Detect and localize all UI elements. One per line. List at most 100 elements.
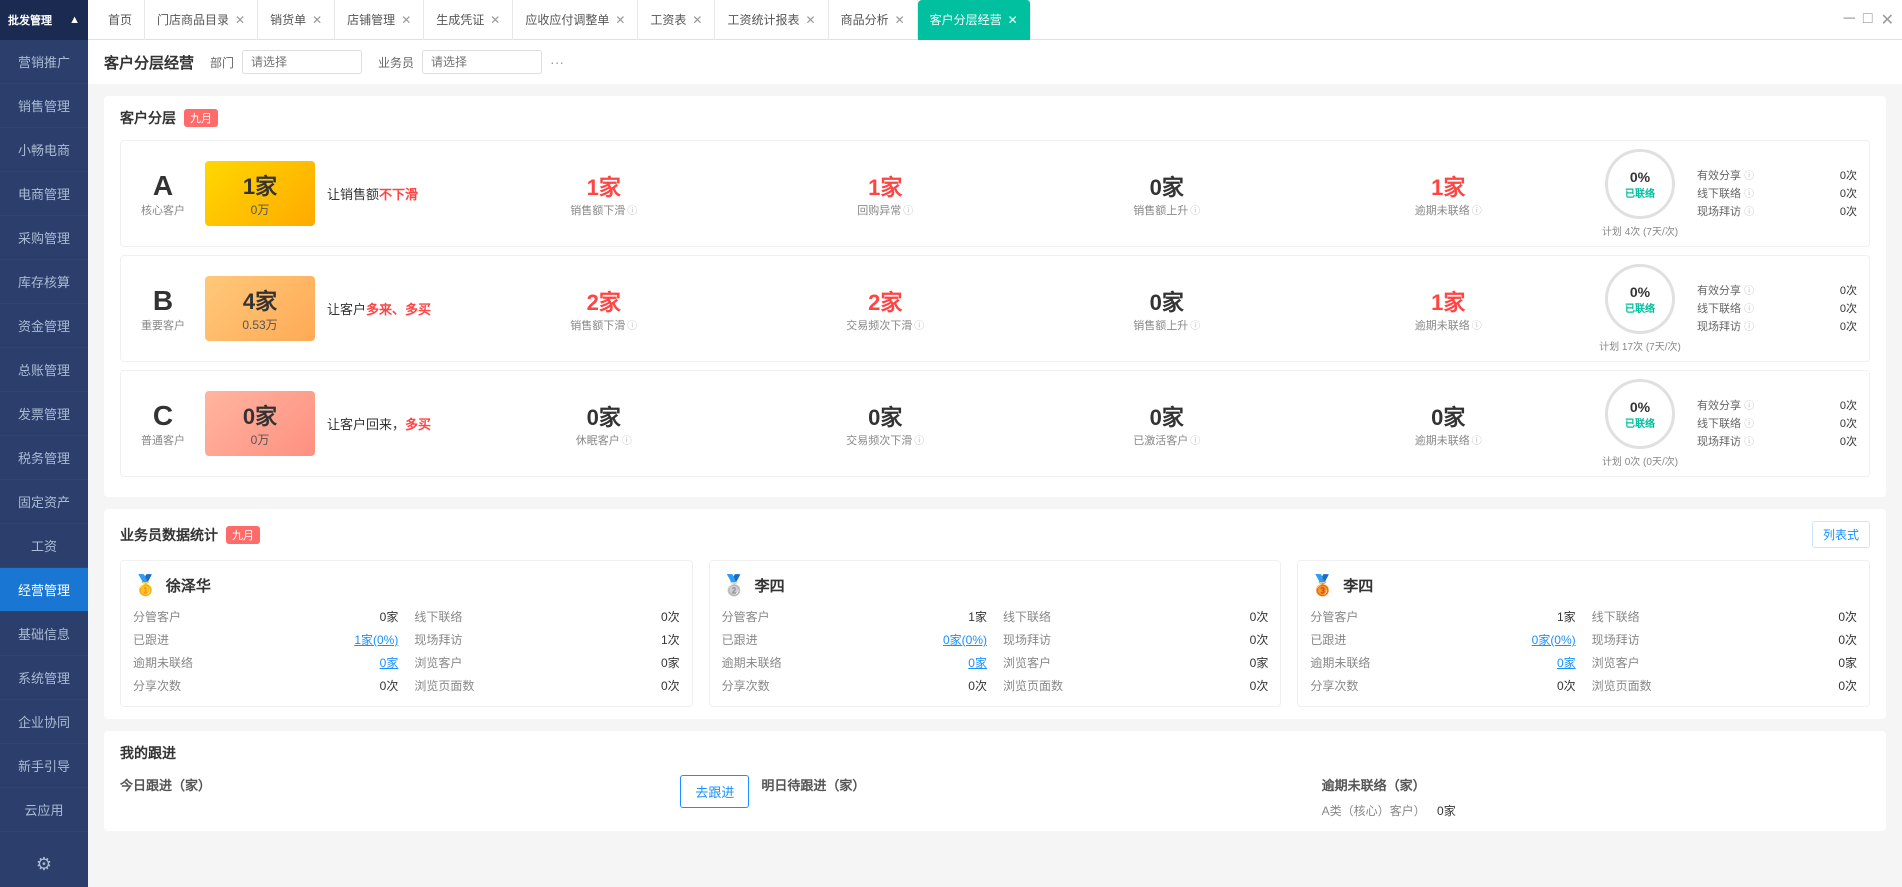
minimize-icon[interactable]: ─	[1844, 10, 1855, 30]
sidebar-item-发票管理[interactable]: 发票管理	[0, 392, 88, 436]
staff-stat-val-0-4[interactable]: 0家	[380, 654, 399, 671]
tier-right-stat-row-C-0: 有效分享 ⓘ0次	[1697, 397, 1857, 413]
staff-stat-val-1-0: 1家	[968, 608, 987, 625]
staff-stat-val-2-2[interactable]: 0家(0%)	[1532, 631, 1576, 648]
tier-stat-C-1: 0家 交易频次下滑 ⓘ	[751, 400, 1021, 448]
sidebar-item-总账管理[interactable]: 总账管理	[0, 348, 88, 392]
tier-letter-C: C	[133, 400, 193, 432]
tab-销货单[interactable]: 销货单✕	[258, 0, 335, 40]
staff-stat-row-2-0: 分管客户 1家	[1310, 608, 1575, 625]
tier-amount-B: 0.53万	[217, 316, 303, 333]
tab-close-icon-应收应付调整单[interactable]: ✕	[615, 13, 625, 27]
sidebar-item-固定资产[interactable]: 固定资产	[0, 480, 88, 524]
tab-应收应付调整单[interactable]: 应收应付调整单✕	[513, 0, 638, 40]
today-followup-col: 今日跟进（家）	[120, 775, 668, 802]
tier-amount-C: 0万	[217, 431, 303, 448]
tier-label-A: A核心客户	[133, 170, 193, 218]
tab-close-icon-店铺管理[interactable]: ✕	[401, 13, 411, 27]
staff-month-badge: 九月	[226, 526, 260, 544]
tier-count-box-B: 4家0.53万	[205, 276, 315, 341]
sidebar-item-税务管理[interactable]: 税务管理	[0, 436, 88, 480]
staff-stat-val-1-4[interactable]: 0家	[968, 654, 987, 671]
tab-close-icon-商品分析[interactable]: ✕	[895, 13, 905, 27]
tier-stat-info-icon-C-1[interactable]: ⓘ	[914, 432, 924, 447]
tier-stat-info-icon-C-2[interactable]: ⓘ	[1190, 432, 1200, 447]
tab-close-icon-工资统计报表[interactable]: ✕	[806, 13, 816, 27]
tab-close-icon-工资表[interactable]: ✕	[692, 13, 702, 27]
tab-close-icon-销货单[interactable]: ✕	[312, 13, 322, 27]
tier-stat-label-A-3: 逾期未联络 ⓘ	[1314, 202, 1584, 218]
customer-section-title: 客户分层	[120, 108, 176, 128]
staff-name-1: 李四	[755, 575, 785, 596]
tier-stat-num-C-0: 0家	[469, 400, 739, 432]
sidebar-item-小畅电商[interactable]: 小畅电商	[0, 128, 88, 172]
sidebar-item-基础信息[interactable]: 基础信息	[0, 612, 88, 656]
tier-stat-info-icon-B-0[interactable]: ⓘ	[627, 317, 637, 332]
staff-stat-row-1-2: 已跟进 0家(0%)	[722, 631, 987, 648]
sidebar-item-企业协同[interactable]: 企业协同	[0, 700, 88, 744]
staff-stat-val-2-4[interactable]: 0家	[1557, 654, 1576, 671]
tab-店铺管理[interactable]: 店铺管理✕	[335, 0, 424, 40]
sidebar-item-采购管理[interactable]: 采购管理	[0, 216, 88, 260]
page-header: 客户分层经营 部门 业务员 ···	[88, 40, 1902, 84]
sidebar-item-系统管理[interactable]: 系统管理	[0, 656, 88, 700]
tab-门店商品目录[interactable]: 门店商品目录✕	[145, 0, 258, 40]
tier-stat-label-A-2: 销售额上升 ⓘ	[1032, 202, 1302, 218]
tier-stat-info-icon-A-0[interactable]: ⓘ	[627, 202, 637, 217]
staff-stat-val-1-2[interactable]: 0家(0%)	[943, 631, 987, 648]
tier-stat-info-icon-A-1[interactable]: ⓘ	[903, 202, 913, 217]
tier-stat-info-icon-A-2[interactable]: ⓘ	[1190, 202, 1200, 217]
tier-stat-info-icon-A-3[interactable]: ⓘ	[1472, 202, 1482, 217]
tab-工资表[interactable]: 工资表✕	[638, 0, 715, 40]
tier-stat-info-icon-C-3[interactable]: ⓘ	[1472, 432, 1482, 447]
tab-商品分析[interactable]: 商品分析✕	[829, 0, 918, 40]
sidebar-item-销售管理[interactable]: 销售管理	[0, 84, 88, 128]
sidebar-collapse-icon[interactable]: ▲	[69, 14, 80, 26]
tab-工资统计报表[interactable]: 工资统计报表✕	[715, 0, 828, 40]
tab-客户分层经营[interactable]: 客户分层经营✕	[918, 0, 1031, 40]
tier-stat-info-icon-B-3[interactable]: ⓘ	[1472, 317, 1482, 332]
tier-label-C: C普通客户	[133, 400, 193, 448]
tier-circle-sub-B: 计划 17次 (7天/次)	[1595, 338, 1685, 353]
sidebar-item-云应用[interactable]: 云应用	[0, 788, 88, 832]
staff-select[interactable]	[422, 50, 542, 74]
tier-right-stat-row-A-2: 现场拜访 ⓘ0次	[1697, 203, 1857, 219]
tab-首页[interactable]: 首页	[96, 0, 145, 40]
tomorrow-followup-title: 明日待跟进（家）	[761, 775, 1309, 794]
dept-select[interactable]	[242, 50, 362, 74]
sidebar-item-工资[interactable]: 工资	[0, 524, 88, 568]
tier-stat-info-icon-C-0[interactable]: ⓘ	[622, 432, 632, 447]
sidebar-item-库存核算[interactable]: 库存核算	[0, 260, 88, 304]
staff-stat-val-0-2[interactable]: 1家(0%)	[354, 631, 398, 648]
maximize-icon[interactable]: □	[1863, 10, 1873, 30]
sidebar-item-资金管理[interactable]: 资金管理	[0, 304, 88, 348]
staff-medal-2: 🥉	[1310, 573, 1335, 598]
tier-circle-A: 0% 已联络 计划 4次 (7天/次)	[1595, 149, 1685, 238]
tier-letter-A: A	[133, 170, 193, 202]
tier-row-C: C普通客户0家0万让客户回来，多买 0家 休眠客户 ⓘ 0家 交易频次下滑 ⓘ …	[120, 370, 1870, 477]
settings-icon[interactable]: ⚙	[0, 842, 88, 887]
staff-stat-row-1-4: 逾期未联络 0家	[722, 654, 987, 671]
sidebar-item-新手引导[interactable]: 新手引导	[0, 744, 88, 788]
tab-close-icon-生成凭证[interactable]: ✕	[490, 13, 500, 27]
more-filters-icon[interactable]: ···	[550, 54, 564, 70]
tier-stat-info-icon-B-1[interactable]: ⓘ	[914, 317, 924, 332]
list-view-button[interactable]: 列表式	[1812, 521, 1870, 548]
tier-stat-num-C-3: 0家	[1314, 400, 1584, 432]
tier-slogan-C: 让客户回来，多买	[327, 414, 457, 433]
sidebar-item-经营管理[interactable]: 经营管理	[0, 568, 88, 612]
tab-生成凭证[interactable]: 生成凭证✕	[424, 0, 513, 40]
staff-name-row-2: 🥉李四	[1310, 573, 1857, 598]
close-window-icon[interactable]: ✕	[1881, 10, 1894, 30]
sidebar-item-电商管理[interactable]: 电商管理	[0, 172, 88, 216]
sidebar-header[interactable]: 批发管理 ▲	[0, 0, 88, 40]
tab-close-icon-客户分层经营[interactable]: ✕	[1008, 13, 1018, 27]
tab-close-icon-门店商品目录[interactable]: ✕	[235, 13, 245, 27]
sidebar-item-营销推广[interactable]: 营销推广	[0, 40, 88, 84]
staff-stat-label-0-2: 已跟进	[133, 631, 169, 648]
tier-amount-A: 0万	[217, 201, 303, 218]
staff-stat-row-1-1: 线下联络 0次	[1003, 608, 1268, 625]
tier-stat-info-icon-B-2[interactable]: ⓘ	[1190, 317, 1200, 332]
goto-followup-button[interactable]: 去跟进	[680, 775, 749, 808]
staff-stat-row-0-3: 现场拜访 1次	[414, 631, 679, 648]
